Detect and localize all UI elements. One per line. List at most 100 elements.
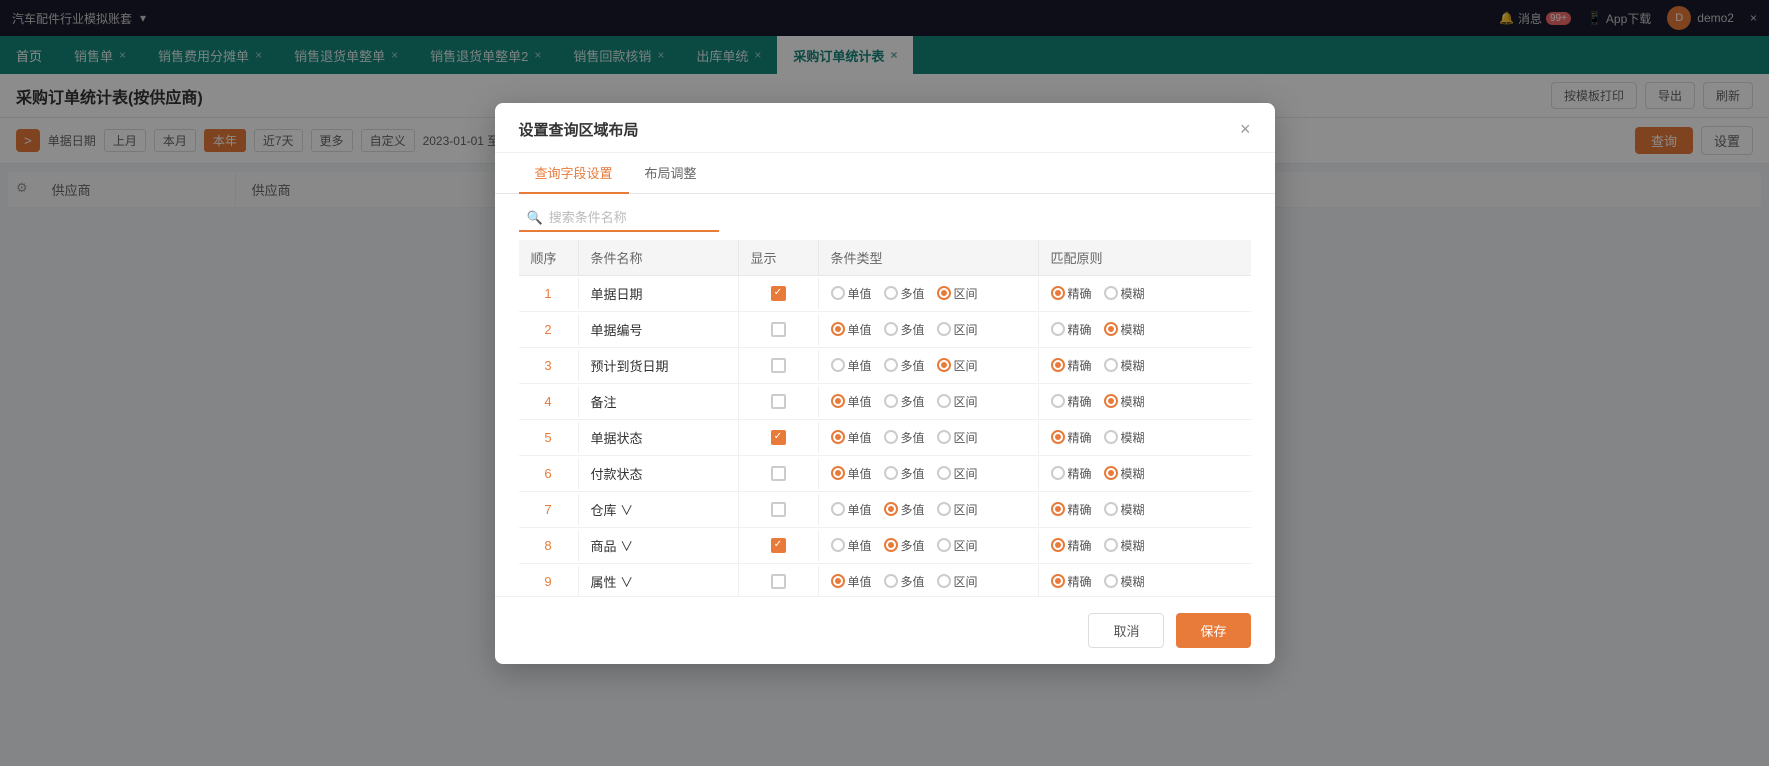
radio-type-3-0[interactable]: 单值 bbox=[831, 393, 872, 410]
radio-label-type-0-2: 区间 bbox=[954, 285, 978, 302]
radio-type-6-0[interactable]: 单值 bbox=[831, 501, 872, 518]
radio-match-7-1[interactable]: 模糊 bbox=[1104, 537, 1145, 554]
radio-type-5-2[interactable]: 区间 bbox=[937, 465, 978, 482]
search-input[interactable] bbox=[549, 210, 711, 225]
radio-type-4-0[interactable]: 单值 bbox=[831, 429, 872, 446]
modal-close-button[interactable]: × bbox=[1240, 120, 1251, 138]
checkbox-display-7[interactable] bbox=[771, 538, 786, 553]
radio-type-1-1[interactable]: 多值 bbox=[884, 321, 925, 338]
save-button[interactable]: 保存 bbox=[1176, 613, 1250, 648]
radio-type-0-0[interactable]: 单值 bbox=[831, 285, 872, 302]
radio-label-match-5-1: 模糊 bbox=[1121, 465, 1145, 482]
radio-match-6-1[interactable]: 模糊 bbox=[1104, 501, 1145, 518]
checkbox-display-6[interactable] bbox=[771, 502, 786, 517]
radio-type-2-1[interactable]: 多值 bbox=[884, 357, 925, 374]
checkbox-display-0[interactable] bbox=[771, 286, 786, 301]
modal-tab-layout[interactable]: 布局调整 bbox=[629, 153, 713, 194]
table-row: 7仓库 ∨单值多值区间精确模糊 bbox=[519, 492, 1251, 528]
radio-match-1-0[interactable]: 精确 bbox=[1051, 321, 1092, 338]
radio-label-type-4-2: 区间 bbox=[954, 429, 978, 446]
cell-display-7[interactable] bbox=[739, 530, 819, 561]
table-row: 4备注单值多值区间精确模糊 bbox=[519, 384, 1251, 420]
radio-type-4-1[interactable]: 多值 bbox=[884, 429, 925, 446]
radio-type-2-0[interactable]: 单值 bbox=[831, 357, 872, 374]
cancel-button[interactable]: 取消 bbox=[1088, 613, 1164, 648]
cell-display-2[interactable] bbox=[739, 350, 819, 381]
radio-type-1-2[interactable]: 区间 bbox=[937, 321, 978, 338]
radio-match-2-1[interactable]: 模糊 bbox=[1104, 357, 1145, 374]
modal-header: 设置查询区域布局 × bbox=[495, 103, 1275, 153]
radio-match-3-0[interactable]: 精确 bbox=[1051, 393, 1092, 410]
radio-type-7-0[interactable]: 单值 bbox=[831, 537, 872, 554]
radio-type-6-1[interactable]: 多值 bbox=[884, 501, 925, 518]
cell-display-4[interactable] bbox=[739, 422, 819, 453]
radio-match-6-0[interactable]: 精确 bbox=[1051, 501, 1092, 518]
checkbox-display-4[interactable] bbox=[771, 430, 786, 445]
radio-type-7-2[interactable]: 区间 bbox=[937, 537, 978, 554]
checkbox-display-1[interactable] bbox=[771, 322, 786, 337]
radio-label-type-5-2: 区间 bbox=[954, 465, 978, 482]
radio-match-2-0[interactable]: 精确 bbox=[1051, 357, 1092, 374]
radio-circle-match-6-1 bbox=[1104, 502, 1118, 516]
radio-label-type-8-0: 单值 bbox=[848, 573, 872, 590]
radio-type-0-1[interactable]: 多值 bbox=[884, 285, 925, 302]
radio-label-match-5-0: 精确 bbox=[1068, 465, 1092, 482]
cell-display-1[interactable] bbox=[739, 314, 819, 345]
table-row: 5单据状态单值多值区间精确模糊 bbox=[519, 420, 1251, 456]
radio-type-5-1[interactable]: 多值 bbox=[884, 465, 925, 482]
radio-type-8-2[interactable]: 区间 bbox=[937, 573, 978, 590]
radio-type-0-2[interactable]: 区间 bbox=[937, 285, 978, 302]
radio-match-7-0[interactable]: 精确 bbox=[1051, 537, 1092, 554]
radio-match-3-1[interactable]: 模糊 bbox=[1104, 393, 1145, 410]
checkbox-display-3[interactable] bbox=[771, 394, 786, 409]
radio-label-match-1-0: 精确 bbox=[1068, 321, 1092, 338]
radio-match-0-1[interactable]: 模糊 bbox=[1104, 285, 1145, 302]
cell-name-6: 仓库 ∨ bbox=[579, 492, 739, 527]
radio-type-7-1[interactable]: 多值 bbox=[884, 537, 925, 554]
checkbox-display-5[interactable] bbox=[771, 466, 786, 481]
radio-type-8-0[interactable]: 单值 bbox=[831, 573, 872, 590]
radio-match-4-0[interactable]: 精确 bbox=[1051, 429, 1092, 446]
radio-type-2-2[interactable]: 区间 bbox=[937, 357, 978, 374]
cell-display-3[interactable] bbox=[739, 386, 819, 417]
cell-order-5: 6 bbox=[519, 458, 579, 489]
settings-modal: 设置查询区域布局 × 查询字段设置 布局调整 🔍 顺序 条件名称 显示 条件类型… bbox=[495, 103, 1275, 664]
radio-type-3-1[interactable]: 多值 bbox=[884, 393, 925, 410]
radio-match-8-0[interactable]: 精确 bbox=[1051, 573, 1092, 590]
radio-match-5-0[interactable]: 精确 bbox=[1051, 465, 1092, 482]
radio-circle-type-6-2 bbox=[937, 502, 951, 516]
radio-match-1-1[interactable]: 模糊 bbox=[1104, 321, 1145, 338]
radio-label-match-0-0: 精确 bbox=[1068, 285, 1092, 302]
radio-label-type-6-2: 区间 bbox=[954, 501, 978, 518]
cell-type-5: 单值多值 区间 bbox=[819, 457, 1039, 490]
radio-match-0-0[interactable]: 精确 bbox=[1051, 285, 1092, 302]
cell-display-8[interactable] bbox=[739, 566, 819, 596]
modal-tab-query-fields[interactable]: 查询字段设置 bbox=[519, 153, 629, 194]
radio-type-1-0[interactable]: 单值 bbox=[831, 321, 872, 338]
cell-name-1: 单据编号 bbox=[579, 312, 739, 347]
cell-match-2: 精确模糊 bbox=[1039, 349, 1239, 382]
radio-type-6-2[interactable]: 区间 bbox=[937, 501, 978, 518]
radio-circle-type-6-0 bbox=[831, 502, 845, 516]
cell-display-6[interactable] bbox=[739, 494, 819, 525]
radio-match-8-1[interactable]: 模糊 bbox=[1104, 573, 1145, 590]
radio-circle-match-5-1 bbox=[1104, 466, 1118, 480]
radio-circle-type-2-1 bbox=[884, 358, 898, 372]
radio-type-3-2[interactable]: 区间 bbox=[937, 393, 978, 410]
cell-match-5: 精确 模糊 bbox=[1039, 457, 1239, 490]
radio-match-5-1[interactable]: 模糊 bbox=[1104, 465, 1145, 482]
checkbox-display-8[interactable] bbox=[771, 574, 786, 589]
radio-label-type-8-2: 区间 bbox=[954, 573, 978, 590]
radio-type-5-0[interactable]: 单值 bbox=[831, 465, 872, 482]
radio-type-8-1[interactable]: 多值 bbox=[884, 573, 925, 590]
radio-circle-type-4-2 bbox=[937, 430, 951, 444]
checkbox-display-2[interactable] bbox=[771, 358, 786, 373]
cell-name-3: 备注 bbox=[579, 384, 739, 419]
cell-display-0[interactable] bbox=[739, 278, 819, 309]
radio-type-4-2[interactable]: 区间 bbox=[937, 429, 978, 446]
cell-display-5[interactable] bbox=[739, 458, 819, 489]
radio-label-match-3-0: 精确 bbox=[1068, 393, 1092, 410]
radio-match-4-1[interactable]: 模糊 bbox=[1104, 429, 1145, 446]
th-name: 条件名称 bbox=[579, 240, 739, 275]
radio-circle-match-4-0 bbox=[1051, 430, 1065, 444]
